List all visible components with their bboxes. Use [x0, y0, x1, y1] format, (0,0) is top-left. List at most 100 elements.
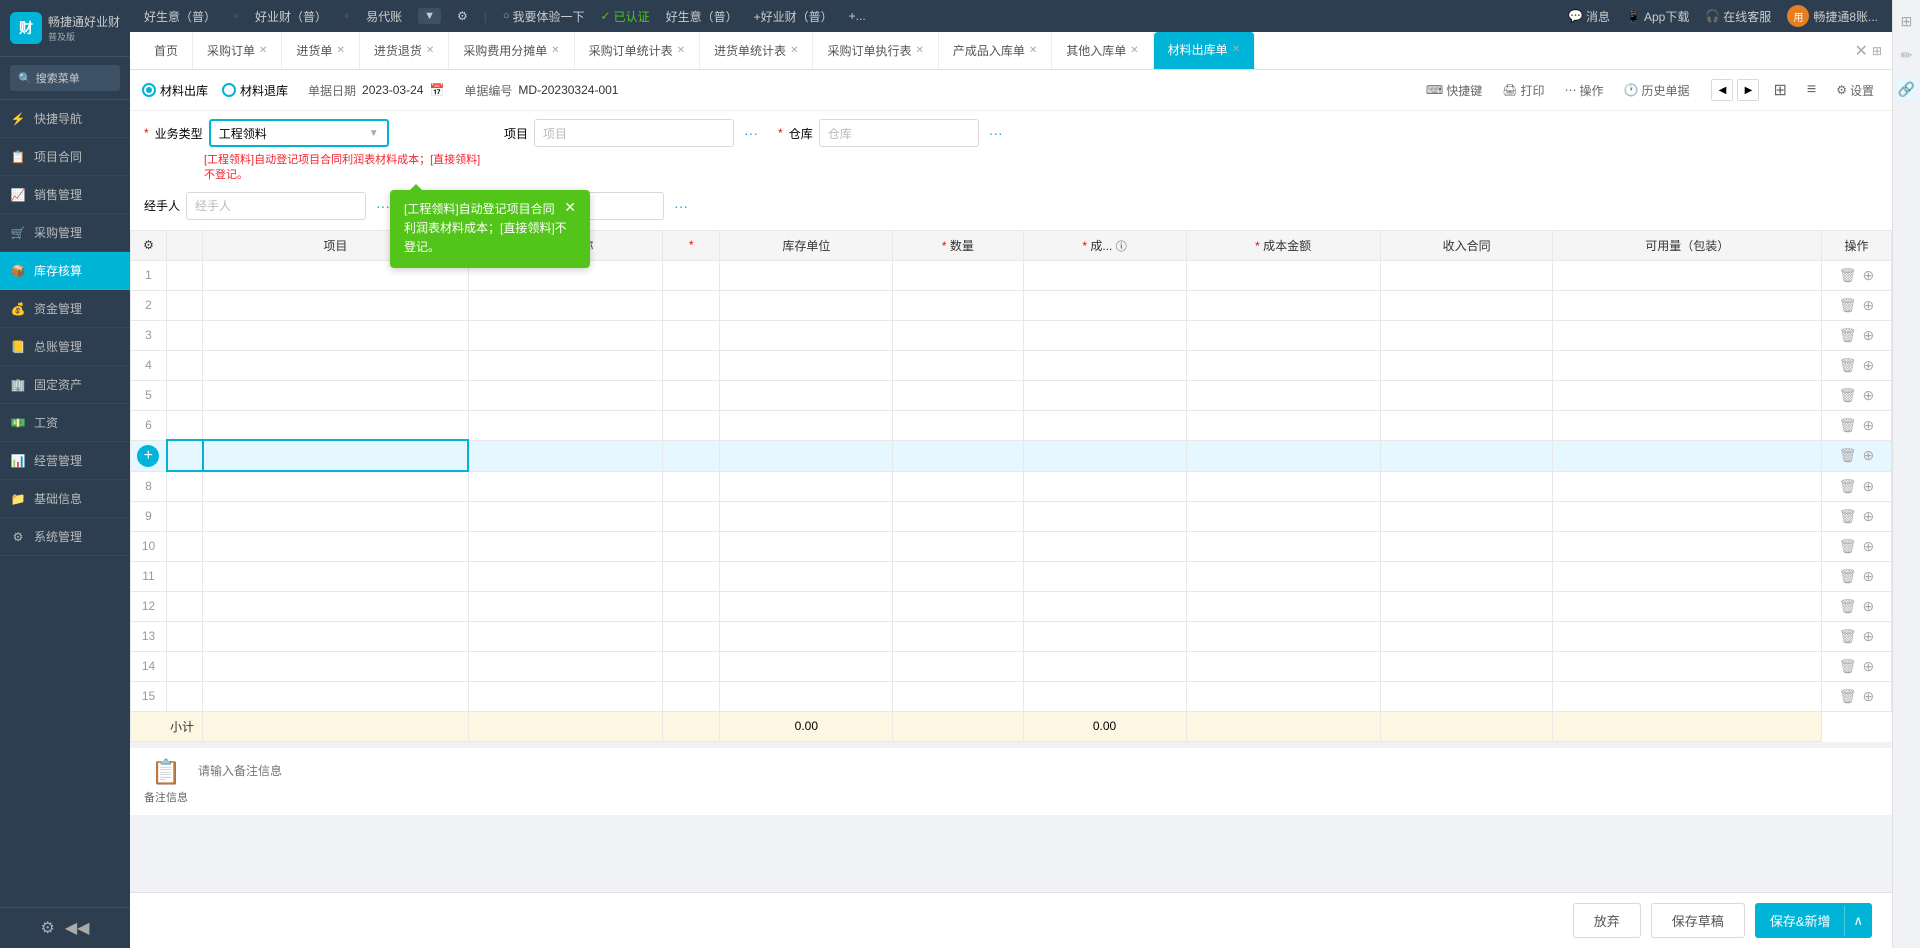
tab-incoming-stat[interactable]: 进货单统计表 ✕	[700, 32, 813, 70]
gh-trial-btn[interactable]: ○ 我要体验一下	[503, 8, 585, 25]
tab-purchase-expense[interactable]: 采购费用分摊单 ✕	[449, 32, 574, 70]
copy-row-button[interactable]: ⊕	[1860, 326, 1878, 345]
sidebar-item-basic[interactable]: 📁 基础信息	[0, 480, 130, 518]
sidebar-item-finance[interactable]: 💰 资金管理	[0, 290, 130, 328]
sidebar-item-shortcut[interactable]: ⚡ 快捷导航	[0, 100, 130, 138]
notes-input[interactable]	[198, 758, 1878, 798]
tab-incoming[interactable]: 进货单 ✕	[282, 32, 359, 70]
tab-material-out[interactable]: 材料出库单 ✕	[1154, 32, 1255, 70]
copy-row-button[interactable]: ⊕	[1860, 477, 1878, 496]
delete-row-button[interactable]: 🗑	[1836, 416, 1860, 435]
save-new-main-button[interactable]: 保存&新增	[1756, 904, 1845, 937]
delete-row-button[interactable]: 🗑	[1836, 266, 1860, 285]
tab-other-in[interactable]: 其他入库单 ✕	[1052, 32, 1153, 70]
gh-online-btn[interactable]: 🎧 在线客服	[1705, 8, 1771, 25]
right-edit-icon[interactable]: ✏	[1896, 44, 1918, 66]
tab-purchase-stat[interactable]: 采购订单统计表 ✕	[575, 32, 700, 70]
gh-settings-icon[interactable]: ⚙	[457, 9, 468, 23]
delete-row-button[interactable]: 🗑	[1836, 477, 1860, 496]
gh-more2[interactable]: +...	[849, 9, 866, 23]
copy-row-button[interactable]: ⊕	[1860, 657, 1878, 676]
print-button[interactable]: 🖨 打印	[1496, 78, 1550, 102]
history-orders-button[interactable]: 🕐 历史单据	[1618, 78, 1696, 102]
warehouse-select[interactable]: 仓库	[819, 119, 979, 147]
income-contract-more-icon[interactable]: ···	[674, 198, 688, 214]
delete-row-button[interactable]: 🗑	[1836, 537, 1860, 556]
sidebar-item-account[interactable]: 📒 总账管理	[0, 328, 130, 366]
prev-record-button[interactable]: ◀	[1711, 79, 1733, 101]
tab-incoming-return[interactable]: 进货退货 ✕	[360, 32, 449, 70]
gh-message-btn[interactable]: 💬 消息	[1568, 8, 1610, 25]
biz-type-select[interactable]: 工程领料 ▼	[209, 119, 389, 147]
radio-material-return[interactable]: 材料退库	[222, 82, 288, 99]
sidebar-item-inventory[interactable]: 📦 库存核算	[0, 252, 130, 290]
tab-purchase-order[interactable]: 采购订单 ✕	[193, 32, 282, 70]
delete-row-button[interactable]: 🗑	[1836, 507, 1860, 526]
copy-row-button[interactable]: ⊕	[1860, 386, 1878, 405]
delete-row-button[interactable]: 🗑	[1836, 296, 1860, 315]
sidebar-item-ops[interactable]: 📊 经营管理	[0, 442, 130, 480]
sidebar-item-fixed[interactable]: 🏢 固定资产	[0, 366, 130, 404]
copy-row-button[interactable]: ⊕	[1860, 537, 1878, 556]
handler-select[interactable]: 经手人	[186, 192, 366, 220]
delete-row-button[interactable]: 🗑	[1836, 687, 1860, 706]
project-more-icon[interactable]: ···	[744, 125, 758, 141]
tabs-layout-button[interactable]: ⊞	[1872, 44, 1882, 58]
gh-haoshengyi2[interactable]: 好生意（普）	[666, 8, 738, 25]
copy-row-button[interactable]: ⊕	[1860, 687, 1878, 706]
close-all-tabs-button[interactable]: ✕	[1855, 41, 1868, 61]
sidebar-item-sales[interactable]: 📈 销售管理	[0, 176, 130, 214]
col-header-settings[interactable]: ⚙	[131, 230, 167, 260]
tab-production[interactable]: 产成品入库单 ✕	[939, 32, 1052, 70]
copy-row-button[interactable]: ⊕	[1860, 627, 1878, 646]
save-draft-button[interactable]: 保存草稿	[1651, 903, 1745, 938]
add-row-button[interactable]: +	[137, 445, 159, 467]
gh-username[interactable]: 畅捷通8账...	[1813, 8, 1878, 25]
next-record-button[interactable]: ▶	[1737, 79, 1759, 101]
delete-row-button[interactable]: 🗑	[1836, 386, 1860, 405]
delete-row-button[interactable]: 🗑	[1836, 627, 1860, 646]
copy-row-button[interactable]: ⊕	[1860, 567, 1878, 586]
delete-row-button[interactable]: 🗑	[1836, 567, 1860, 586]
right-link-icon[interactable]: 🔗	[1896, 78, 1918, 100]
date-picker-icon[interactable]: 📅	[429, 83, 444, 97]
shortcut-keys-button[interactable]: ⌨ 快捷键	[1420, 78, 1488, 102]
gh-nav-haoshengyi[interactable]: 好生意（普）	[144, 8, 216, 25]
delete-row-button[interactable]: 🗑	[1836, 657, 1860, 676]
delete-row-button[interactable]: 🗑	[1836, 446, 1860, 465]
save-new-arrow-button[interactable]: ∧	[1844, 906, 1871, 936]
gh-app-btn[interactable]: 📱 App下载	[1626, 8, 1689, 25]
copy-row-button[interactable]: ⊕	[1860, 266, 1878, 285]
delete-row-button[interactable]: 🗑	[1836, 597, 1860, 616]
delete-row-button[interactable]: 🗑	[1836, 356, 1860, 375]
right-table-icon[interactable]: ⊞	[1896, 10, 1918, 32]
sidebar-settings-button[interactable]: ⚙	[41, 918, 55, 938]
radio-material-out[interactable]: 材料出库	[142, 82, 208, 99]
list-view-button[interactable]: ≡	[1801, 78, 1822, 102]
copy-row-button[interactable]: ⊕	[1860, 416, 1878, 435]
copy-row-button[interactable]: ⊕	[1860, 356, 1878, 375]
sidebar-item-project[interactable]: 📋 项目合同	[0, 138, 130, 176]
gh-more-button[interactable]: ▼	[418, 8, 441, 24]
layout-view-button[interactable]: ⊞	[1767, 78, 1792, 102]
handler-more-icon[interactable]: ···	[376, 198, 390, 214]
warehouse-more-icon[interactable]: ···	[989, 125, 1003, 141]
tab-home[interactable]: 首页	[140, 32, 193, 70]
settings-button[interactable]: ⚙ 设置	[1830, 78, 1880, 102]
sidebar-collapse-button[interactable]: ◀◀	[65, 918, 90, 938]
gh-nav-haoyecai[interactable]: 好业财（普）	[255, 8, 327, 25]
copy-row-button[interactable]: ⊕	[1860, 597, 1878, 616]
delete-row-button[interactable]: 🗑	[1836, 326, 1860, 345]
tab-purchase-exec[interactable]: 采购订单执行表 ✕	[813, 32, 938, 70]
search-menu-button[interactable]: 🔍 搜索菜单	[10, 65, 120, 91]
sidebar-item-purchase[interactable]: 🛒 采购管理	[0, 214, 130, 252]
copy-row-button[interactable]: ⊕	[1860, 446, 1878, 465]
copy-row-button[interactable]: ⊕	[1860, 507, 1878, 526]
sidebar-item-system[interactable]: ⚙ 系统管理	[0, 518, 130, 556]
tooltip-close-button[interactable]: ✕	[564, 200, 576, 214]
discard-button[interactable]: 放弃	[1573, 903, 1641, 938]
gh-haoyecai2[interactable]: +好业财（普）	[754, 8, 833, 25]
gh-nav-yidaizhang[interactable]: 易代账	[366, 8, 402, 25]
operation-button[interactable]: ⋯ 操作	[1558, 78, 1609, 102]
cost-info-icon[interactable]: ⓘ	[1116, 241, 1127, 253]
